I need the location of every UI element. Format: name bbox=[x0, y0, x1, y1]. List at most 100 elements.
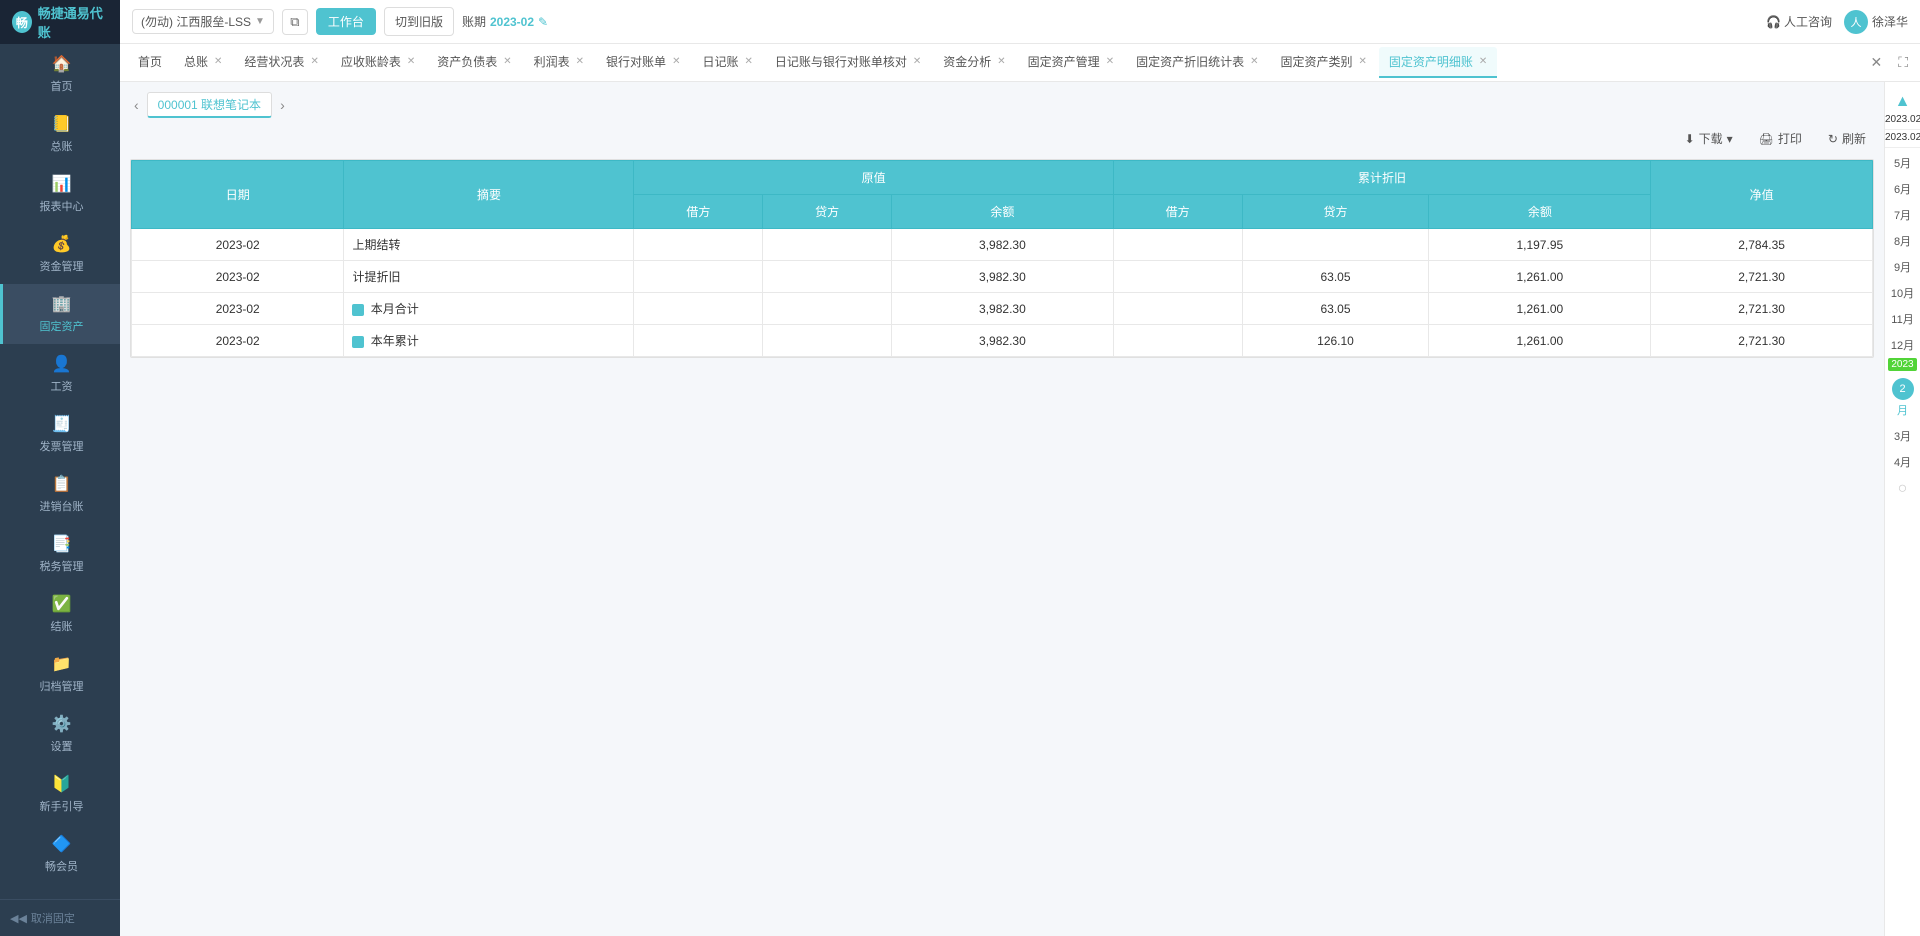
download-button[interactable]: ⬇ 下载 ▾ bbox=[1677, 126, 1741, 151]
sidebar-item-wage[interactable]: 👤 工资 bbox=[0, 344, 120, 404]
period-edit-icon[interactable]: ✎ bbox=[538, 15, 548, 29]
sidebar-item-settle[interactable]: ✅ 结账 bbox=[0, 584, 120, 644]
sidebar-item-tax[interactable]: 📑 税务管理 bbox=[0, 524, 120, 584]
tab-close[interactable]: ✕ bbox=[310, 56, 318, 67]
tab-close[interactable]: ✕ bbox=[407, 56, 415, 67]
sidebar-item-member[interactable]: 🔷 畅会员 bbox=[0, 824, 120, 884]
tab-close[interactable]: ✕ bbox=[1106, 56, 1114, 67]
tab-close-all-icon[interactable]: ✕ bbox=[1866, 52, 1886, 73]
breadcrumb-next[interactable]: › bbox=[276, 95, 289, 115]
tab-close[interactable]: ✕ bbox=[997, 56, 1005, 67]
tab-close[interactable]: ✕ bbox=[1250, 56, 1258, 67]
main-area: (勿动) 江西服垒-LSS ▼ ⧉ 工作台 切到旧版 账期 2023-02 ✎ … bbox=[120, 0, 1920, 936]
tab-8[interactable]: 日记账与银行对账单核对✕ bbox=[765, 47, 931, 78]
cell-lj-balance: 1,261.00 bbox=[1429, 261, 1651, 293]
tab-4[interactable]: 资产负债表✕ bbox=[427, 47, 521, 78]
sidebar-item-label: 结账 bbox=[51, 618, 73, 634]
tab-9[interactable]: 资金分析✕ bbox=[933, 47, 1015, 78]
topbar-right: 🎧 人工咨询 人 徐泽华 bbox=[1766, 10, 1908, 34]
period-month-after-3月[interactable]: 3月 bbox=[1892, 423, 1913, 449]
breadcrumb-prev[interactable]: ‹ bbox=[130, 95, 143, 115]
period-month-9月[interactable]: 9月 bbox=[1889, 254, 1916, 280]
tab-10[interactable]: 固定资产管理✕ bbox=[1018, 47, 1124, 78]
cell-yz-balance: 3,982.30 bbox=[892, 261, 1114, 293]
workbench-button[interactable]: 工作台 bbox=[316, 8, 376, 35]
sidebar-item-invoice[interactable]: 🧾 发票管理 bbox=[0, 404, 120, 464]
sidebar-unpin[interactable]: ◀◀ 取消固定 bbox=[0, 899, 120, 936]
sidebar-item-asset[interactable]: 🏢 固定资产 bbox=[0, 284, 120, 344]
tab-1[interactable]: 总账✕ bbox=[174, 47, 232, 78]
tab-close[interactable]: ✕ bbox=[913, 56, 921, 67]
sidebar-item-label: 畅会员 bbox=[45, 858, 78, 874]
tab-label: 应收账龄表 bbox=[341, 53, 401, 70]
print-button[interactable]: 🖨 打印 bbox=[1751, 126, 1810, 151]
sidebar: 畅 畅捷通易代账 🏠 首页 📒 总账 📊 报表中心 💰 资金管理 🏢 固定资产 … bbox=[0, 0, 120, 936]
refresh-button[interactable]: ↻ 刷新 bbox=[1820, 126, 1874, 151]
tab-7[interactable]: 日记账✕ bbox=[692, 47, 762, 78]
tab-close[interactable]: ✕ bbox=[576, 56, 584, 67]
tab-13[interactable]: 固定资产明细账✕ bbox=[1379, 47, 1497, 78]
right-panel: ▲ 2023.02 2023.02 5月6月7月8月9月10月11月12月 20… bbox=[1884, 82, 1920, 936]
cell-lj-credit: 126.10 bbox=[1242, 325, 1429, 357]
tab-11[interactable]: 固定资产折旧统计表 ✕ bbox=[1126, 47, 1268, 78]
month-label: 5月 bbox=[1894, 155, 1911, 171]
sidebar-item-ledger[interactable]: 📒 总账 bbox=[0, 104, 120, 164]
sidebar-item-settings[interactable]: ⚙️ 设置 bbox=[0, 704, 120, 764]
cell-yz-balance: 3,982.30 bbox=[892, 229, 1114, 261]
tab-close[interactable]: ✕ bbox=[1479, 56, 1487, 67]
tab-close[interactable]: ✕ bbox=[214, 56, 222, 67]
tab-2[interactable]: 经营状况表✕ bbox=[234, 47, 328, 78]
period-month-7月[interactable]: 7月 bbox=[1889, 202, 1916, 228]
month-label: 9月 bbox=[1894, 259, 1911, 275]
table-row: 2023-02 本月合计 3,982.30 63.05 1,261.00 2,7… bbox=[132, 293, 1873, 325]
tab-close[interactable]: ✕ bbox=[503, 56, 511, 67]
period-month-10月[interactable]: 10月 bbox=[1889, 280, 1916, 306]
period-month-8月[interactable]: 8月 bbox=[1889, 228, 1916, 254]
cell-lj-debit bbox=[1113, 325, 1242, 357]
tab-close[interactable]: ✕ bbox=[672, 56, 680, 67]
period-up-arrow[interactable]: ▲ bbox=[1895, 90, 1911, 114]
period-label: 账期 2023-02 ✎ bbox=[462, 13, 548, 30]
period-top-value[interactable]: 2023.02 bbox=[1885, 114, 1920, 130]
sidebar-item-report[interactable]: 📊 报表中心 bbox=[0, 164, 120, 224]
page-toolbar: ⬇ 下载 ▾ 🖨 打印 ↻ 刷新 bbox=[130, 126, 1874, 151]
th-original-value: 原值 bbox=[634, 161, 1113, 195]
month-label: 7月 bbox=[1894, 207, 1911, 223]
tab-5[interactable]: 利润表✕ bbox=[524, 47, 594, 78]
topbar: (勿动) 江西服垒-LSS ▼ ⧉ 工作台 切到旧版 账期 2023-02 ✎ … bbox=[120, 0, 1920, 44]
sidebar-item-fund[interactable]: 💰 资金管理 bbox=[0, 224, 120, 284]
period-down-icon[interactable]: ○ bbox=[1885, 475, 1920, 503]
logo-icon: 畅 bbox=[12, 11, 32, 33]
sidebar-item-guide[interactable]: 🔰 新手引导 bbox=[0, 764, 120, 824]
tab-close[interactable]: ✕ bbox=[744, 56, 752, 67]
period-month-5月[interactable]: 5月 bbox=[1889, 150, 1916, 176]
tab-0[interactable]: 首页 bbox=[128, 47, 172, 78]
sidebar-item-sales[interactable]: 📋 进销台账 bbox=[0, 464, 120, 524]
sales-icon: 📋 bbox=[52, 474, 72, 494]
current-month-item[interactable]: 2 月 bbox=[1885, 373, 1920, 423]
period-bottom-value[interactable]: 2023.02 bbox=[1885, 132, 1920, 148]
month-label: 10月 bbox=[1891, 285, 1914, 301]
cell-yz-debit bbox=[634, 261, 763, 293]
user-menu[interactable]: 人 徐泽华 bbox=[1844, 10, 1908, 34]
tab-6[interactable]: 银行对账单✕ bbox=[596, 47, 690, 78]
table-row: 2023-02 上期结转 3,982.30 1,197.95 2,784.35 bbox=[132, 229, 1873, 261]
period-month-12月[interactable]: 12月 bbox=[1889, 332, 1916, 358]
sidebar-item-home[interactable]: 🏠 首页 bbox=[0, 44, 120, 104]
tab-12[interactable]: 固定资产类别✕ bbox=[1270, 47, 1376, 78]
period-month-11月[interactable]: 11月 bbox=[1889, 306, 1916, 332]
tab-3[interactable]: 应收账龄表 ✕ bbox=[331, 47, 425, 78]
support-button[interactable]: 🎧 人工咨询 bbox=[1766, 13, 1832, 30]
period-month-after-4月[interactable]: 4月 bbox=[1892, 449, 1913, 475]
breadcrumb-item[interactable]: 000001 联想笔记本 bbox=[147, 92, 272, 118]
tab-label: 固定资产折旧统计表 bbox=[1136, 53, 1244, 70]
cell-lj-balance: 1,261.00 bbox=[1429, 293, 1651, 325]
cell-yz-credit bbox=[763, 261, 892, 293]
copy-button[interactable]: ⧉ bbox=[282, 9, 308, 35]
switch-version-button[interactable]: 切到旧版 bbox=[384, 7, 454, 36]
company-selector[interactable]: (勿动) 江西服垒-LSS ▼ bbox=[132, 9, 274, 34]
tab-maximize-icon[interactable]: ⛶ bbox=[1894, 52, 1912, 73]
sidebar-item-archive[interactable]: 📁 归档管理 bbox=[0, 644, 120, 704]
tab-close[interactable]: ✕ bbox=[1359, 56, 1367, 67]
period-month-6月[interactable]: 6月 bbox=[1889, 176, 1916, 202]
